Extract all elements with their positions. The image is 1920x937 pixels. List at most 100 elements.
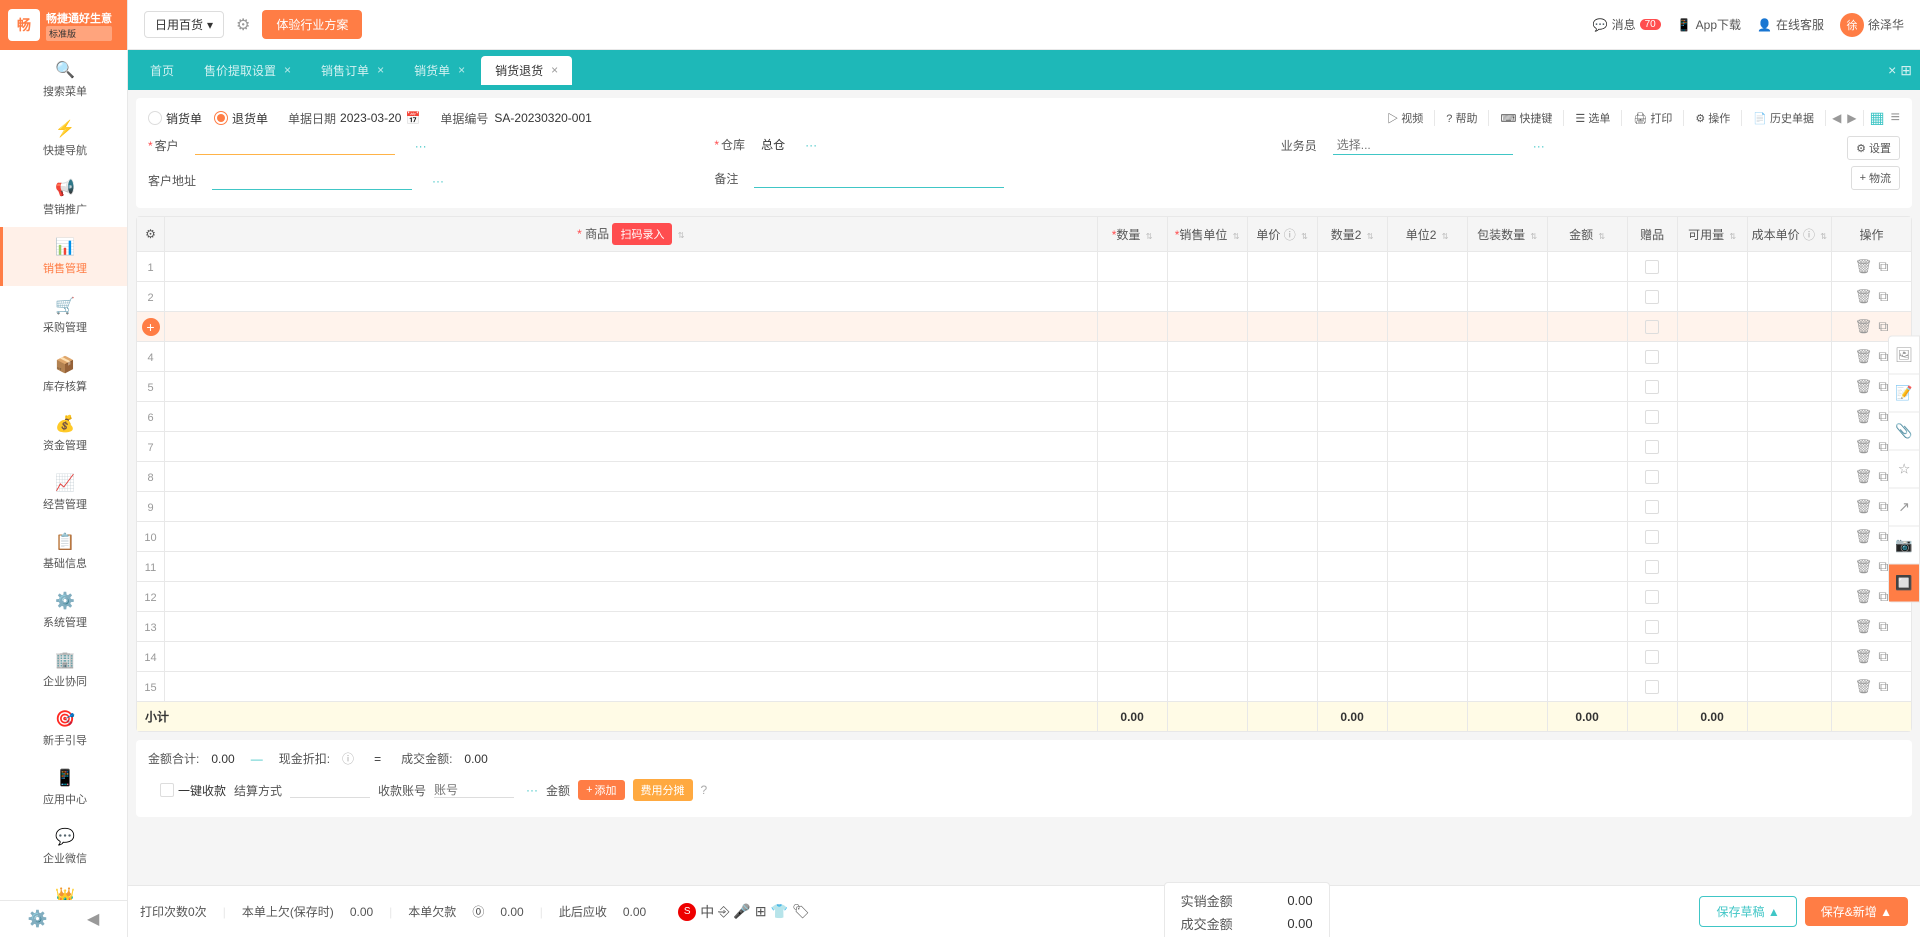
warehouse-select-btn[interactable]: ···	[805, 138, 817, 152]
row-14-copy[interactable]: ⧉	[1878, 648, 1888, 665]
settlement-input[interactable]	[290, 783, 370, 798]
row-3-unit[interactable]	[1167, 312, 1247, 342]
row-3-unit2[interactable]	[1387, 312, 1467, 342]
remarks-input[interactable]	[754, 169, 1004, 188]
row-1-gift[interactable]	[1627, 252, 1677, 282]
row-2-unit[interactable]	[1167, 282, 1247, 312]
sidebar-item-search[interactable]: 🔍 搜索菜单	[0, 50, 127, 109]
row-2-unit2[interactable]	[1387, 282, 1467, 312]
row-11-copy[interactable]: ⧉	[1878, 558, 1888, 575]
tool3-icon[interactable]: 🎤	[733, 903, 750, 920]
row-5-delete[interactable]: 🗑	[1855, 378, 1873, 395]
row-2-gift[interactable]	[1627, 282, 1677, 312]
settings-btn[interactable]: ⚙ 设置	[1847, 136, 1900, 160]
sidebar-item-system[interactable]: ⚙️ 系统管理	[0, 581, 127, 640]
discount-info-icon[interactable]: ⓘ	[342, 750, 354, 767]
row-14-gift-check[interactable]	[1645, 650, 1659, 664]
row-3-gift-check[interactable]	[1645, 320, 1659, 334]
row-2-copy-icon[interactable]: ⧉	[1878, 288, 1888, 305]
row-1-delete-icon[interactable]: 🗑	[1855, 258, 1873, 275]
row-2-delete-icon[interactable]: 🗑	[1855, 288, 1873, 305]
one-key-check[interactable]	[160, 783, 174, 797]
row-3-price[interactable]	[1247, 312, 1317, 342]
row-3-add[interactable]: +	[137, 312, 165, 342]
fee-split-btn[interactable]: 费用分摊	[633, 779, 693, 801]
next-record-icon[interactable]: ▶	[1847, 111, 1856, 125]
right-tool-note[interactable]: 📝	[1889, 374, 1919, 412]
tab-home[interactable]: 首页	[136, 56, 188, 85]
row-2-cost[interactable]	[1747, 282, 1831, 312]
add-logistics-btn[interactable]: + 物流	[1851, 166, 1900, 190]
row-10-copy[interactable]: ⧉	[1878, 528, 1888, 545]
row-2-price[interactable]	[1247, 282, 1317, 312]
sidebar-item-wechat[interactable]: 💬 企业微信	[0, 817, 127, 876]
row-3-pack[interactable]	[1467, 312, 1547, 342]
row-12-delete[interactable]: 🗑	[1855, 588, 1873, 605]
row-1-qty[interactable]	[1097, 252, 1167, 282]
row-10-delete[interactable]: 🗑	[1855, 528, 1873, 545]
tab-sales-order[interactable]: 销售订单 ×	[307, 56, 398, 85]
row-5-gift-check[interactable]	[1645, 380, 1659, 394]
row-15-gift-check[interactable]	[1645, 680, 1659, 694]
avail-sort-icon[interactable]: ⇅	[1729, 232, 1736, 241]
tool4-icon[interactable]: ⊞	[755, 903, 767, 920]
online-service-btn[interactable]: 👤 在线客服	[1757, 16, 1824, 33]
qty-sort-icon[interactable]: ⇅	[1146, 232, 1153, 241]
sidebar-item-basic[interactable]: 📋 基础信息	[0, 522, 127, 581]
row-3-qty[interactable]	[1097, 312, 1167, 342]
tab-sales-delivery-close[interactable]: ×	[458, 63, 465, 77]
row-1-qty2[interactable]	[1317, 252, 1387, 282]
right-tool-attachment[interactable]: 📎	[1889, 412, 1919, 450]
scan-input-btn[interactable]: 扫码录入	[612, 223, 672, 245]
sidebar-item-finance[interactable]: 💰 资金管理	[0, 404, 127, 463]
row-11-gift-check[interactable]	[1645, 560, 1659, 574]
right-tool-camera[interactable]: 📷	[1889, 526, 1919, 564]
tool6-icon[interactable]: 🏷	[792, 903, 810, 920]
row-3-avail[interactable]	[1677, 312, 1747, 342]
row-3-cost[interactable]	[1747, 312, 1831, 342]
price-info-icon[interactable]: ⓘ	[1284, 228, 1296, 242]
row-2-product[interactable]	[165, 282, 1098, 312]
shortcut-btn[interactable]: ⌨ 快捷键	[1495, 108, 1557, 128]
row-1-pack[interactable]	[1467, 252, 1547, 282]
sidebar-item-marketing[interactable]: 📢 营销推广	[0, 168, 127, 227]
row-13-delete[interactable]: 🗑	[1855, 618, 1873, 635]
row-3-qty2[interactable]	[1317, 312, 1387, 342]
row-3-product[interactable]	[165, 312, 1098, 342]
sidebar-item-guide[interactable]: 🎯 新手引导	[0, 699, 127, 758]
expand-tab-btn[interactable]: ⊞	[1900, 62, 1912, 79]
calendar-icon[interactable]: 📅	[405, 111, 420, 125]
row-2-qty[interactable]	[1097, 282, 1167, 312]
select-btn[interactable]: ☰ 选单	[1570, 108, 1615, 128]
row-5-copy[interactable]: ⧉	[1878, 378, 1888, 395]
close-tab-btn[interactable]: ×	[1888, 62, 1896, 79]
tab-price[interactable]: 售价提取设置 ×	[190, 56, 305, 85]
row-1-avail[interactable]	[1677, 252, 1747, 282]
right-tool-alert[interactable]: 🔲	[1889, 564, 1919, 601]
list-view-icon[interactable]: ≡	[1891, 109, 1900, 127]
row-8-copy[interactable]: ⧉	[1878, 468, 1888, 485]
save-new-btn[interactable]: 保存&新增 ▲	[1805, 897, 1908, 926]
price-sort-icon[interactable]: ⇅	[1301, 232, 1308, 241]
row-3-amount[interactable]	[1547, 312, 1627, 342]
operation-btn[interactable]: ⚙ 操作	[1690, 108, 1735, 128]
col-gear[interactable]: ⚙	[137, 217, 165, 252]
video-btn[interactable]: ▷ 视频	[1382, 108, 1428, 128]
row-2-qty2[interactable]	[1317, 282, 1387, 312]
fee-split-help-icon[interactable]: ?	[701, 783, 708, 797]
row-15-copy[interactable]: ⧉	[1878, 678, 1888, 695]
row-4-gift-check[interactable]	[1645, 350, 1659, 364]
row-2-avail[interactable]	[1677, 282, 1747, 312]
right-tool-share[interactable]: ↗	[1889, 488, 1919, 526]
row-3-copy-icon[interactable]: ⧉	[1878, 318, 1888, 335]
row-12-gift-check[interactable]	[1645, 590, 1659, 604]
address-select-btn[interactable]: ···	[432, 174, 444, 188]
row-3-product-input[interactable]	[169, 320, 1093, 334]
row-12-copy[interactable]: ⧉	[1878, 588, 1888, 605]
sidebar-item-shortcut[interactable]: ⚡ 快捷导航	[0, 109, 127, 168]
row-1-unit[interactable]	[1167, 252, 1247, 282]
row-2-gift-check[interactable]	[1645, 290, 1659, 304]
radio-sales[interactable]: 销货单	[148, 110, 202, 127]
row-6-copy[interactable]: ⧉	[1878, 408, 1888, 425]
product-sort-icon[interactable]: ⇅	[678, 231, 685, 240]
